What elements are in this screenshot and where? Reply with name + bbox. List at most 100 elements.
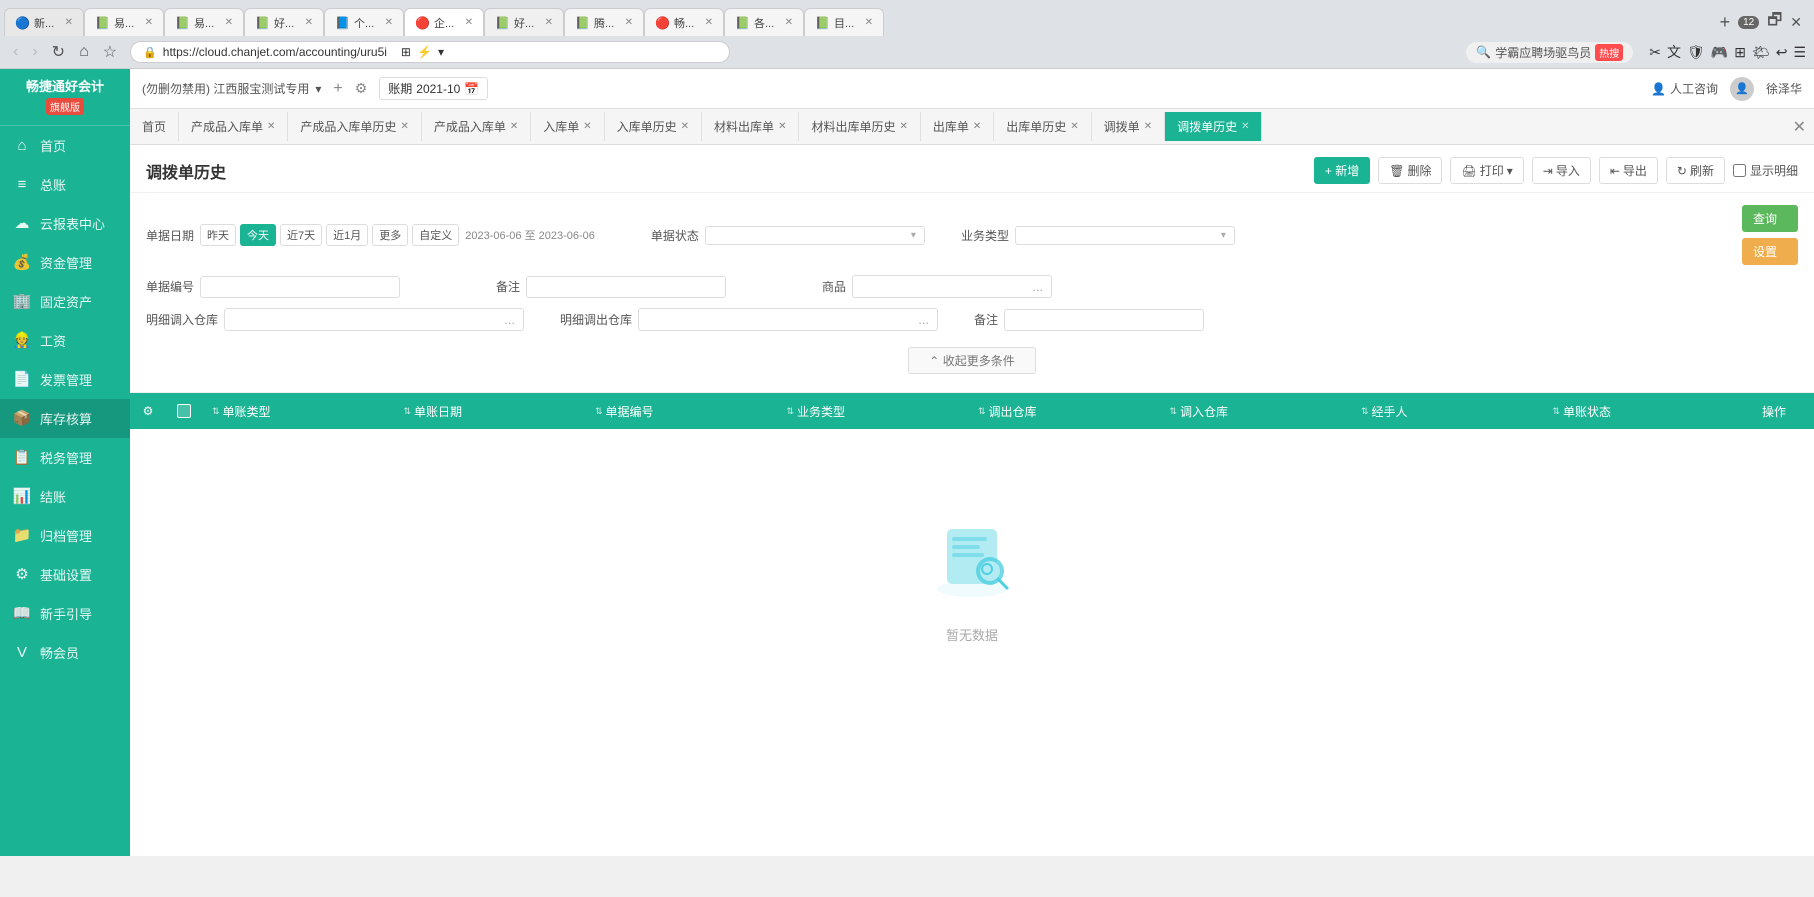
tab-close-8[interactable]: ✕ — [973, 121, 981, 132]
refresh-button[interactable]: ↻ 刷新 — [1666, 157, 1725, 184]
tab-1[interactable]: 产成品入库单 ✕ — [179, 112, 288, 141]
goods-selector[interactable]: ... — [852, 275, 1052, 298]
tab-5[interactable]: 入库单历史 ✕ — [605, 112, 702, 141]
close-button[interactable]: ✕ — [1790, 14, 1802, 31]
tab-close-7[interactable]: ✕ — [899, 121, 907, 132]
doc-number-input[interactable] — [200, 276, 400, 298]
tab-close-10[interactable]: ✕ — [1144, 121, 1152, 132]
url-bar[interactable]: 🔒 https://cloud.chanjet.com/accounting/u… — [130, 41, 730, 63]
browser-tab-9[interactable]: 📗 各... ✕ — [724, 8, 804, 36]
tab-4[interactable]: 入库单 ✕ — [531, 112, 604, 141]
browser-tab-10[interactable]: 📗 目... ✕ — [804, 8, 884, 36]
th-doc-status[interactable]: ⇅ 单账状态 — [1543, 395, 1735, 428]
th-doc-number[interactable]: ⇅ 单据编号 — [585, 395, 777, 428]
settings-gear-icon[interactable]: ⚙ — [355, 80, 368, 97]
display-toggle-checkbox[interactable] — [1733, 164, 1746, 177]
dropdown-icon[interactable]: ▾ — [438, 45, 444, 59]
collapse-button[interactable]: ⌃ 收起更多条件 — [908, 347, 1035, 374]
sidebar-item-ledger[interactable]: ≡ 总账 — [0, 165, 130, 204]
tab-3[interactable]: 产成品入库单 ✕ — [422, 112, 531, 141]
remark-input[interactable] — [526, 276, 726, 298]
print-button[interactable]: 🖨 打印 ▾ — [1450, 157, 1523, 184]
settings-button[interactable]: 设置 — [1742, 238, 1798, 265]
sidebar-item-guide[interactable]: 📖 新手引导 — [0, 594, 130, 633]
th-transfer-in[interactable]: ⇅ 调入仓库 — [1160, 395, 1352, 428]
display-toggle[interactable]: 显示明细 — [1733, 162, 1798, 179]
browser-tab-5[interactable]: 🔴 企... ✕ — [404, 8, 484, 36]
sidebar-item-fund[interactable]: 💰 资金管理 — [0, 243, 130, 282]
tab-close-6[interactable]: ✕ — [778, 121, 786, 132]
tab-9[interactable]: 出库单历史 ✕ — [994, 112, 1091, 141]
tab-2[interactable]: 产成品入库单历史 ✕ — [288, 112, 421, 141]
date-more-btn[interactable]: 更多 — [372, 224, 408, 246]
date-1month-btn[interactable]: 近1月 — [326, 224, 368, 246]
date-custom-btn[interactable]: 自定义 — [412, 224, 459, 246]
browser-tab-1[interactable]: 📗 易... ✕ — [84, 8, 164, 36]
detail-in-selector[interactable]: ... — [224, 308, 524, 331]
delete-button[interactable]: 🗑 删除 — [1378, 157, 1442, 184]
customer-service-button[interactable]: 👤 人工咨询 — [1651, 80, 1718, 97]
import-button[interactable]: ⇥ 导入 — [1532, 157, 1591, 184]
tab-8[interactable]: 出库单 ✕ — [921, 112, 994, 141]
export-button[interactable]: ⇤ 导出 — [1599, 157, 1658, 184]
th-checkbox[interactable] — [166, 396, 202, 426]
sidebar-item-inventory[interactable]: 📦 库存核算 — [0, 399, 130, 438]
sidebar-item-home[interactable]: ⌂ 首页 — [0, 126, 130, 165]
minimize-button[interactable]: 🗗 — [1767, 9, 1782, 36]
th-handler[interactable]: ⇅ 经手人 — [1351, 395, 1543, 428]
sidebar-item-archive[interactable]: 📁 归档管理 — [0, 516, 130, 555]
tab-close-3[interactable]: ✕ — [510, 121, 518, 132]
th-doc-date[interactable]: ⇅ 单账日期 — [394, 395, 586, 428]
business-type-select[interactable]: ▾ — [1015, 226, 1235, 245]
th-business-type[interactable]: ⇅ 业务类型 — [777, 395, 969, 428]
bookmark-button[interactable]: ☆ — [98, 40, 122, 64]
tab-home[interactable]: 首页 — [130, 112, 179, 141]
tab-close-5[interactable]: ✕ — [681, 121, 689, 132]
new-tab-button[interactable]: + — [1720, 12, 1731, 33]
sidebar-item-member[interactable]: V 畅会员 — [0, 633, 130, 672]
translate-icon[interactable]: 文 — [1667, 42, 1681, 62]
date-today-btn[interactable]: 今天 — [240, 224, 276, 246]
tab-close-11[interactable]: ✕ — [1241, 121, 1249, 132]
detail-out-selector[interactable]: ... — [638, 308, 938, 331]
sidebar-item-invoice[interactable]: 📄 发票管理 — [0, 360, 130, 399]
detail-remark-input[interactable] — [1004, 309, 1204, 331]
sidebar-item-tax[interactable]: 📋 税务管理 — [0, 438, 130, 477]
tab-10[interactable]: 调拨单 ✕ — [1092, 112, 1165, 141]
date-yesterday-btn[interactable]: 昨天 — [200, 224, 236, 246]
browser-tab-back[interactable]: 🔵 新... ✕ — [4, 8, 84, 36]
date-7days-btn[interactable]: 近7天 — [280, 224, 322, 246]
sidebar-item-fixed-assets[interactable]: 🏢 固定资产 — [0, 282, 130, 321]
th-settings[interactable]: ⚙ — [130, 396, 166, 426]
tab-close-2[interactable]: ✕ — [400, 121, 408, 132]
browser-tab-4[interactable]: 📘 个... ✕ — [324, 8, 404, 36]
select-all-checkbox[interactable] — [177, 404, 191, 418]
close-all-tab-button[interactable]: ✕ — [1785, 113, 1814, 141]
tab-close-9[interactable]: ✕ — [1070, 121, 1078, 132]
home-button[interactable]: ⌂ — [74, 40, 94, 64]
add-company-button[interactable]: + — [333, 80, 342, 98]
tab-7[interactable]: 材料出库单历史 ✕ — [799, 112, 920, 141]
sidebar-item-cloud-report[interactable]: ☁ 云报表中心 — [0, 204, 130, 243]
tab-close-1[interactable]: ✕ — [267, 121, 275, 132]
refresh-button[interactable]: ↻ — [47, 40, 70, 64]
th-doc-type[interactable]: ⇅ 单账类型 — [202, 395, 394, 428]
menu-icon[interactable]: ☰ — [1793, 44, 1806, 61]
tab-6[interactable]: 材料出库单 ✕ — [702, 112, 799, 141]
new-button[interactable]: + 新增 — [1314, 157, 1370, 184]
browser-tab-8[interactable]: 🔴 畅... ✕ — [644, 8, 724, 36]
browser-tab-3[interactable]: 📗 好... ✕ — [244, 8, 324, 36]
back-button[interactable]: ‹ — [8, 40, 23, 64]
status-select[interactable]: ▾ — [705, 226, 925, 245]
browser-tab-2[interactable]: 📗 易... ✕ — [164, 8, 244, 36]
tab-11[interactable]: 调拨单历史 ✕ — [1165, 112, 1262, 141]
tab-close-4[interactable]: ✕ — [583, 121, 591, 132]
sidebar-item-salary[interactable]: 👷 工资 — [0, 321, 130, 360]
query-button[interactable]: 查询 — [1742, 205, 1798, 232]
browser-tab-7[interactable]: 📗 腾... ✕ — [564, 8, 644, 36]
th-transfer-out[interactable]: ⇅ 调出仓库 — [968, 395, 1160, 428]
sidebar-item-close[interactable]: 📊 结账 — [0, 477, 130, 516]
forward-button[interactable]: › — [27, 40, 42, 64]
period-selector[interactable]: 账期 2021-10 📅 — [379, 77, 488, 100]
browser-tab-6[interactable]: 📗 好... ✕ — [484, 8, 564, 36]
